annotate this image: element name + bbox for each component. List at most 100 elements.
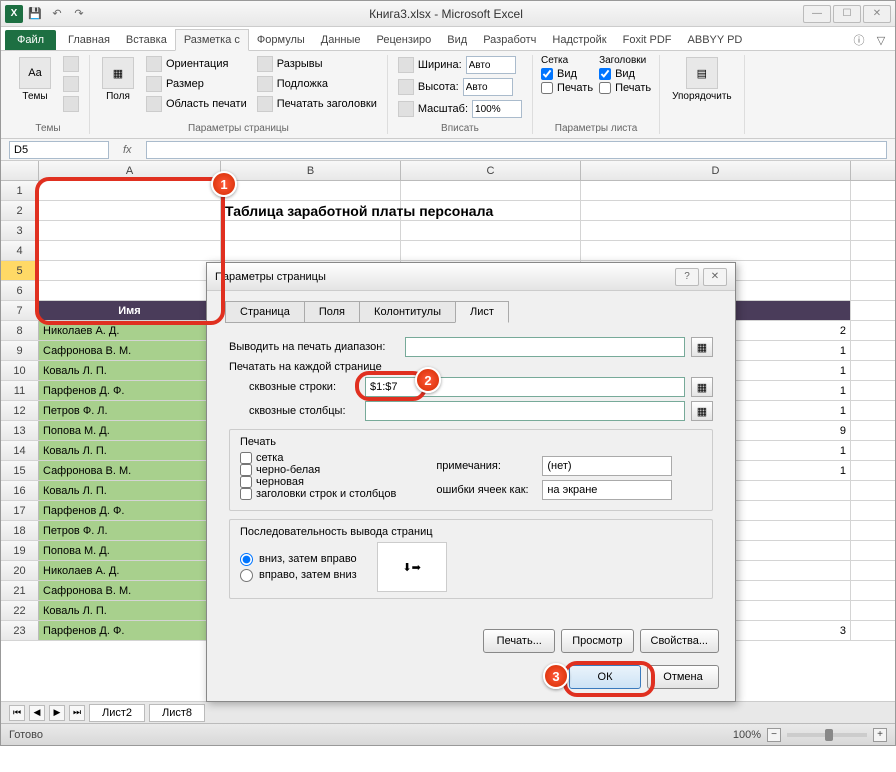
cell[interactable]: Попова М. Д. [39,421,221,440]
orientation-button[interactable]: Ориентация [144,55,249,73]
theme-fonts[interactable] [61,75,81,93]
tab-view[interactable]: Вид [439,30,475,50]
file-tab[interactable]: Файл [5,30,56,50]
cell[interactable]: Попова М. Д. [39,541,221,560]
cell[interactable]: Петров Ф. Л. [39,521,221,540]
qat-undo-icon[interactable]: ↶ [47,4,67,24]
row-header[interactable]: 21 [1,581,39,600]
minimize-button[interactable]: — [803,5,831,23]
gridlines-print-check[interactable]: Печать [541,82,593,94]
tab-foxit[interactable]: Foxit PDF [615,30,680,50]
maximize-button[interactable]: ☐ [833,5,861,23]
dialog-help-button[interactable]: ? [675,268,699,286]
row-header[interactable]: 17 [1,501,39,520]
theme-effects[interactable] [61,95,81,113]
cancel-button[interactable]: Отмена [647,665,719,689]
sheet-tab[interactable]: Лист2 [89,704,145,722]
name-box[interactable]: D5 [9,141,109,159]
row-header[interactable]: 6 [1,281,39,300]
dlg-tab-page[interactable]: Страница [225,301,305,323]
cell[interactable] [581,181,851,200]
cell[interactable]: Петров Ф. Л. [39,401,221,420]
row-header[interactable]: 19 [1,541,39,560]
grid-check[interactable]: сетка [240,452,396,464]
zoom-slider[interactable] [787,733,867,737]
cell[interactable] [39,241,221,260]
tab-nav-first[interactable]: ⏮ [9,705,25,721]
tab-nav-prev[interactable]: ◀ [29,705,45,721]
col-header-b[interactable]: B [221,161,401,180]
cell[interactable]: Коваль Л. П. [39,481,221,500]
cell[interactable] [39,261,221,280]
tab-addins[interactable]: Надстройк [544,30,614,50]
tab-developer[interactable]: Разработч [475,30,544,50]
cell[interactable]: Сафронова В. М. [39,341,221,360]
over-down-radio[interactable]: вправо, затем вниз [240,569,357,582]
zoom-in-button[interactable]: + [873,728,887,742]
size-button[interactable]: Размер [144,75,249,93]
headings-check[interactable]: заголовки строк и столбцов [240,488,396,500]
bw-check[interactable]: черно-белая [240,464,396,476]
ribbon-help-icon[interactable]: ⓘ [849,30,869,50]
cell[interactable]: Сафронова В. М. [39,461,221,480]
cell[interactable]: Парфенов Д. Ф. [39,621,221,640]
row-header[interactable]: 20 [1,561,39,580]
cell[interactable]: Парфенов Д. Ф. [39,381,221,400]
col-header-c[interactable]: C [401,161,581,180]
cell[interactable]: Коваль Л. П. [39,441,221,460]
tab-insert[interactable]: Вставка [118,30,175,50]
cell[interactable]: Таблица заработной платы персонала [221,201,401,220]
sheet-tab[interactable]: Лист8 [149,704,205,722]
cell[interactable] [581,201,851,220]
col-header-d[interactable]: D [581,161,851,180]
row-header[interactable]: 2 [1,201,39,220]
row-header[interactable]: 14 [1,441,39,460]
select-all-corner[interactable] [1,161,39,180]
print-titles-button[interactable]: Печатать заголовки [255,95,379,113]
tab-abbyy[interactable]: ABBYY PD [680,30,751,50]
background-button[interactable]: Подложка [255,75,379,93]
row-header[interactable]: 16 [1,481,39,500]
tab-review[interactable]: Рецензиро [369,30,440,50]
cell[interactable] [39,181,221,200]
ref-select-button[interactable]: ▦ [691,377,713,397]
row-header[interactable]: 10 [1,361,39,380]
row-header[interactable]: 7 [1,301,39,320]
dlg-tab-sheet[interactable]: Лист [455,301,509,323]
cell[interactable] [39,281,221,300]
cell[interactable]: Николаев А. Д. [39,561,221,580]
cell[interactable] [221,221,401,240]
dlg-tab-margins[interactable]: Поля [304,301,360,323]
ok-button[interactable]: ОК [569,665,641,689]
themes-button[interactable]: AaТемы [15,55,55,104]
formula-input[interactable] [146,141,887,159]
print-button[interactable]: Печать... [483,629,555,653]
row-header[interactable]: 11 [1,381,39,400]
arrange-button[interactable]: ▤Упорядочить [668,55,736,104]
cell[interactable]: Парфенов Д. Ф. [39,501,221,520]
cell[interactable] [401,201,581,220]
preview-button[interactable]: Просмотр [561,629,633,653]
row-header[interactable]: 1 [1,181,39,200]
cell[interactable]: Коваль Л. П. [39,361,221,380]
close-button[interactable]: ✕ [863,5,891,23]
row-header[interactable]: 3 [1,221,39,240]
gridlines-view-check[interactable]: Вид [541,68,593,80]
fx-icon[interactable]: fx [117,144,138,156]
breaks-button[interactable]: Разрывы [255,55,379,73]
row-header[interactable]: 12 [1,401,39,420]
height-combo[interactable] [463,78,513,96]
cell[interactable] [401,181,581,200]
print-area-button[interactable]: Область печати [144,95,249,113]
row-header[interactable]: 9 [1,341,39,360]
cell[interactable] [401,241,581,260]
tab-page-layout[interactable]: Разметка с [175,29,249,51]
qat-save-icon[interactable]: 💾 [25,4,45,24]
ref-select-button[interactable]: ▦ [691,401,713,421]
row-header[interactable]: 15 [1,461,39,480]
zoom-out-button[interactable]: − [767,728,781,742]
tab-nav-next[interactable]: ▶ [49,705,65,721]
scale-combo[interactable] [472,100,522,118]
cell[interactable]: Сафронова В. М. [39,581,221,600]
cell[interactable] [401,221,581,240]
